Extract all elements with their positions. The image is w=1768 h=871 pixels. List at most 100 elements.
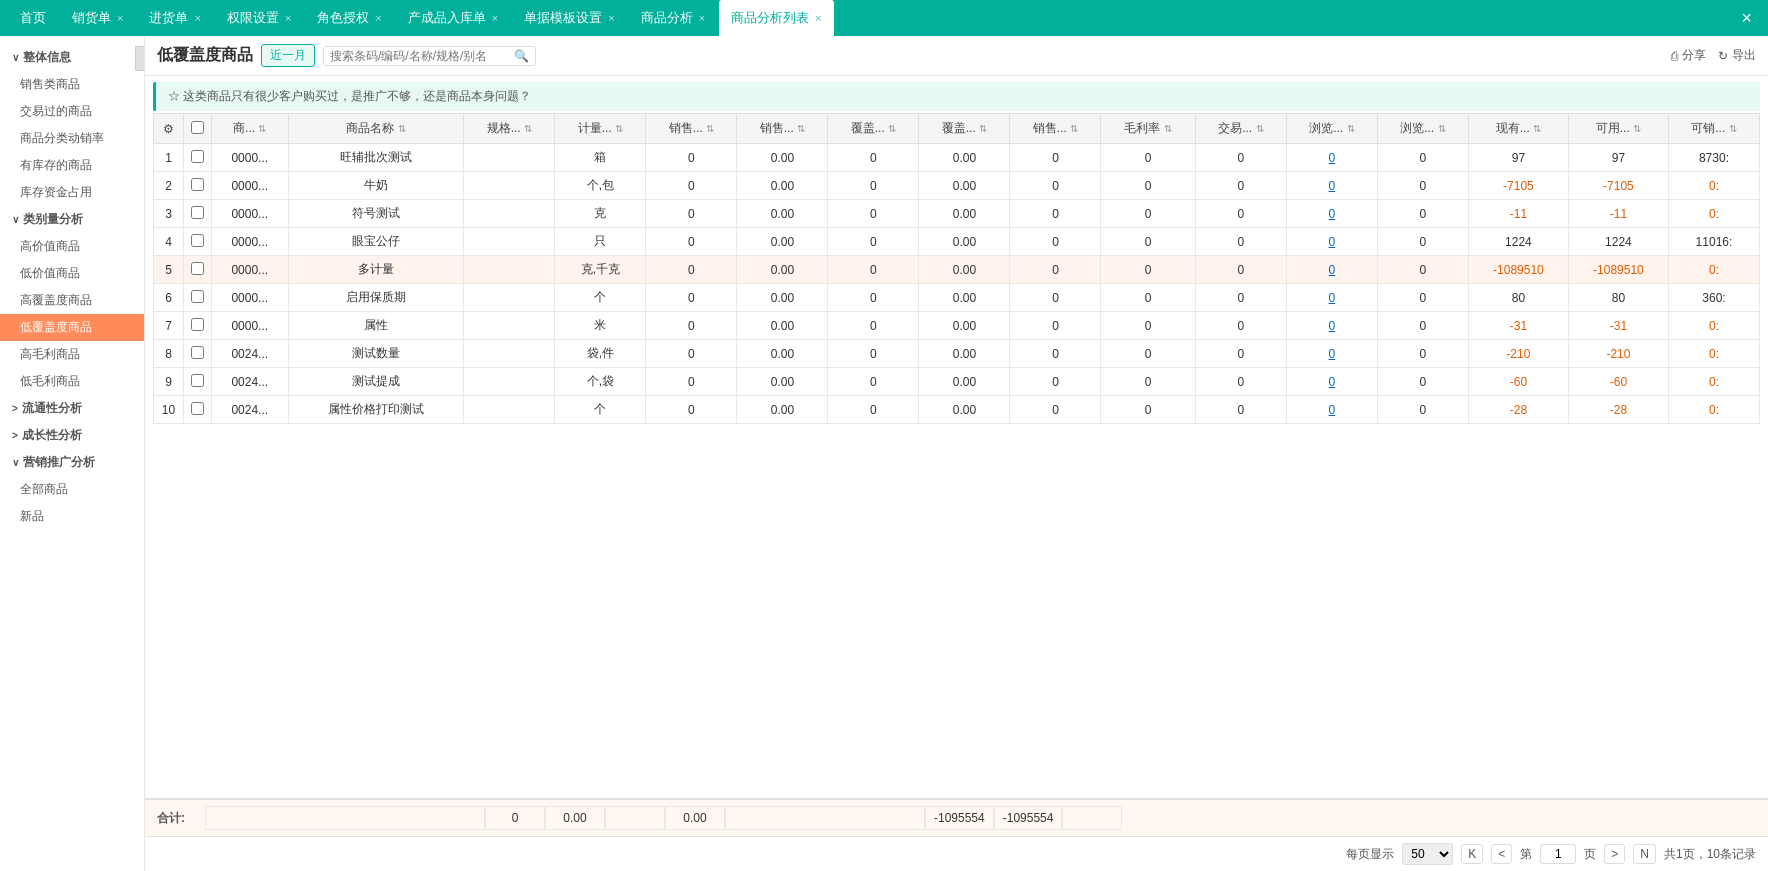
prev-page-btn[interactable]: < (1491, 844, 1512, 864)
col-unit[interactable]: 计量... ⇅ (555, 114, 646, 144)
col-gross-rate[interactable]: 毛利率 ⇅ (1101, 114, 1195, 144)
nav-home[interactable]: 首页 (8, 0, 58, 36)
nav-permission-close[interactable]: × (285, 12, 291, 24)
total-info: 共1页，10条记录 (1664, 846, 1756, 863)
per-page-select[interactable]: 50 100 200 (1402, 843, 1453, 865)
table-row: 30000...符号测试克00.0000.0000000-11-110: (154, 200, 1760, 228)
nav-analysis-list-close[interactable]: × (815, 12, 821, 24)
top-navigation: 首页 销货单 × 进货单 × 权限设置 × 角色授权 × 产成品入库单 × 单据… (0, 0, 1768, 36)
share-icon: ⎙ (1671, 49, 1678, 63)
nav-sales[interactable]: 销货单 × (60, 0, 135, 36)
sidebar-item-high-value[interactable]: 高价值商品 (0, 233, 144, 260)
footer-current: -1095554 (925, 806, 994, 830)
col-sellable[interactable]: 可销... ⇅ (1668, 114, 1759, 144)
col-sales-qty[interactable]: 销售... ⇅ (646, 114, 737, 144)
nav-purchase[interactable]: 进货单 × (137, 0, 212, 36)
nav-template[interactable]: 单据模板设置 × (512, 0, 626, 36)
sidebar-item-sales-products[interactable]: 销售类商品 (0, 71, 144, 98)
col-code[interactable]: 商... ⇅ (212, 114, 289, 144)
col-checkbox[interactable] (184, 114, 212, 144)
table-row: 90024...测试提成个,袋00.0000.0000000-60-600: (154, 368, 1760, 396)
sidebar-item-high-profit[interactable]: 高毛利商品 (0, 341, 144, 368)
footer-sales-amt: 0.00 (545, 806, 605, 830)
sidebar-item-low-value[interactable]: 低价值商品 (0, 260, 144, 287)
footer-label: 合计: (157, 810, 197, 827)
table-row: 80024...测试数量袋,件00.0000.0000000-210-2100: (154, 340, 1760, 368)
share-btn[interactable]: ⎙ 分享 (1671, 47, 1706, 64)
table-row: 20000...牛奶个,包00.0000.0000000-7105-71050: (154, 172, 1760, 200)
nav-product-analysis[interactable]: 商品分析 × (629, 0, 717, 36)
data-table: ⚙ 商... ⇅ 商品名称 ⇅ 规格... ⇅ 计量... ⇅ 销售... ⇅ … (153, 113, 1760, 424)
col-browse1[interactable]: 浏览... ⇅ (1286, 114, 1377, 144)
arrow-icon-3: > (12, 403, 18, 414)
sidebar-group-marketing[interactable]: ∨ 营销推广分析 (0, 449, 144, 476)
page-title: 低覆盖度商品 (157, 45, 253, 66)
table-body: 10000...旺辅批次测试箱00.0000.000000097978730:2… (154, 144, 1760, 424)
sidebar-item-low-coverage[interactable]: 低覆盖度商品 (0, 314, 144, 341)
sidebar-item-new-products[interactable]: 新品 (0, 503, 144, 530)
page-unit: 页 (1584, 846, 1596, 863)
nav-purchase-close[interactable]: × (194, 12, 200, 24)
col-name[interactable]: 商品名称 ⇅ (288, 114, 464, 144)
col-sales-amt[interactable]: 销售... ⇅ (737, 114, 828, 144)
arrow-icon-4: > (12, 430, 18, 441)
nav-close-all[interactable]: × (1733, 8, 1760, 29)
sidebar-group-overall[interactable]: ∨ 整体信息 (0, 44, 144, 71)
content-header: 低覆盖度商品 近一月 🔍 ⎙ 分享 ↻ 导出 (145, 36, 1768, 76)
nav-analysis-close[interactable]: × (699, 12, 705, 24)
sidebar-group-circulation[interactable]: > 流通性分析 (0, 395, 144, 422)
col-trade[interactable]: 交易... ⇅ (1195, 114, 1286, 144)
export-btn[interactable]: ↻ 导出 (1718, 47, 1756, 64)
sidebar-item-in-stock[interactable]: 有库存的商品 (0, 152, 144, 179)
footer-spacer (725, 806, 925, 830)
search-icon[interactable]: 🔍 (514, 49, 529, 63)
table-row: 40000...眼宝公仔只00.0000.0000000122412241101… (154, 228, 1760, 256)
table-row: 60000...启用保质期个00.0000.00000008080360: (154, 284, 1760, 312)
footer-cells: 0 0.00 0.00 -1095554 -1095554 (205, 806, 1756, 830)
nav-role[interactable]: 角色授权 × (305, 0, 393, 36)
content-area: 低覆盖度商品 近一月 🔍 ⎙ 分享 ↻ 导出 ☆ 这类商品只有很少客户购买过，是… (145, 36, 1768, 871)
col-settings[interactable]: ⚙ (154, 114, 184, 144)
search-box[interactable]: 🔍 (323, 46, 536, 66)
search-input[interactable] (330, 49, 510, 63)
nav-analysis-list[interactable]: 商品分析列表 × (719, 0, 833, 36)
footer-sales-qty (205, 806, 485, 830)
export-icon: ↻ (1718, 49, 1728, 63)
col-avail-stock[interactable]: 可用... ⇅ (1568, 114, 1668, 144)
pagination-bar: 每页显示 50 100 200 K < 第 页 > N 共1页，10条记录 (145, 836, 1768, 871)
nav-product-in[interactable]: 产成品入库单 × (396, 0, 510, 36)
col-cov1[interactable]: 覆盖... ⇅ (828, 114, 919, 144)
footer-sellable (1062, 806, 1122, 830)
page-label: 第 (1520, 846, 1532, 863)
sidebar-item-traded-products[interactable]: 交易过的商品 (0, 98, 144, 125)
arrow-icon: ∨ (12, 52, 19, 63)
footer-sales-qty-val: 0 (485, 806, 545, 830)
next-page-btn[interactable]: > (1604, 844, 1625, 864)
sidebar-item-all-products[interactable]: 全部商品 (0, 476, 144, 503)
col-browse2[interactable]: 浏览... ⇅ (1377, 114, 1468, 144)
nav-product-in-close[interactable]: × (492, 12, 498, 24)
header-actions: ⎙ 分享 ↻ 导出 (1671, 47, 1756, 64)
nav-permission[interactable]: 权限设置 × (215, 0, 303, 36)
sidebar-collapse-btn[interactable]: 《 (135, 46, 145, 71)
sidebar-group-growth[interactable]: > 成长性分析 (0, 422, 144, 449)
table-footer: 合计: 0 0.00 0.00 -1095554 -1095554 (145, 798, 1768, 836)
select-all-checkbox[interactable] (191, 121, 204, 134)
nav-role-close[interactable]: × (375, 12, 381, 24)
col-spec[interactable]: 规格... ⇅ (464, 114, 555, 144)
sidebar-group-category[interactable]: ∨ 类别量分析 (0, 206, 144, 233)
sidebar-item-capital[interactable]: 库存资金占用 (0, 179, 144, 206)
page-input[interactable] (1540, 844, 1576, 864)
filter-recent-month-btn[interactable]: 近一月 (261, 44, 315, 67)
sidebar-item-category-rate[interactable]: 商品分类动销率 (0, 125, 144, 152)
sidebar-item-high-coverage[interactable]: 高覆盖度商品 (0, 287, 144, 314)
col-current-stock[interactable]: 现有... ⇅ (1468, 114, 1568, 144)
first-page-btn[interactable]: K (1461, 844, 1483, 864)
col-cov2[interactable]: 覆盖... ⇅ (919, 114, 1010, 144)
last-page-btn[interactable]: N (1633, 844, 1656, 864)
footer-cov1 (605, 806, 665, 830)
nav-sales-close[interactable]: × (117, 12, 123, 24)
sidebar-item-low-profit[interactable]: 低毛利商品 (0, 368, 144, 395)
nav-template-close[interactable]: × (608, 12, 614, 24)
col-sales-x[interactable]: 销售... ⇅ (1010, 114, 1101, 144)
